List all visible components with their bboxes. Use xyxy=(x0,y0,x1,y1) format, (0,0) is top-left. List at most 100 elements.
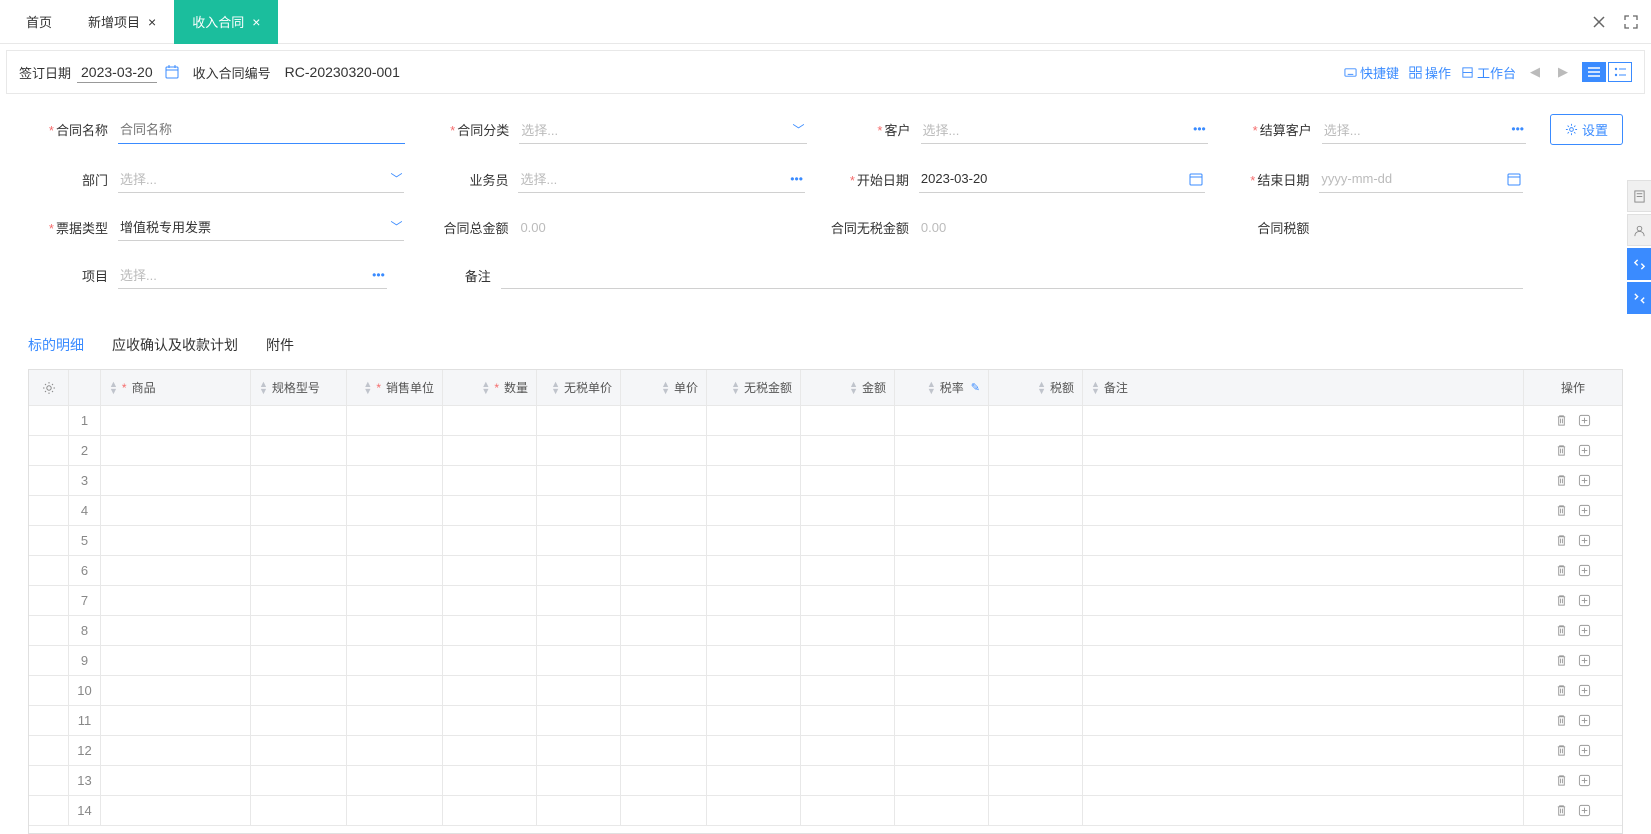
cell-tax[interactable] xyxy=(989,526,1083,555)
table-row[interactable]: 8 xyxy=(29,616,1622,646)
sort-icon[interactable]: ▲▼ xyxy=(481,381,490,395)
cell-spec[interactable] xyxy=(251,466,347,495)
cell-price[interactable] xyxy=(621,646,707,675)
dept-select[interactable]: 选择... ﹀ xyxy=(118,165,404,193)
shortcut-link[interactable]: 快捷键 xyxy=(1344,63,1399,82)
cell-notax-price[interactable] xyxy=(537,616,621,645)
cell-tax[interactable] xyxy=(989,406,1083,435)
table-row[interactable]: 14 xyxy=(29,796,1622,826)
cell-rate[interactable] xyxy=(895,556,989,585)
add-row-icon[interactable] xyxy=(1578,564,1591,577)
cell-price[interactable] xyxy=(621,436,707,465)
inner-tab-attach[interactable]: 附件 xyxy=(266,327,294,363)
cell-spec[interactable] xyxy=(251,556,347,585)
cell-price[interactable] xyxy=(621,466,707,495)
calendar-icon[interactable] xyxy=(165,65,179,79)
table-row[interactable]: 1 xyxy=(29,406,1622,436)
cell-note[interactable] xyxy=(1083,616,1524,645)
end-date-input[interactable]: yyyy-mm-dd xyxy=(1319,165,1523,193)
delete-row-icon[interactable] xyxy=(1555,594,1568,607)
cell-rate[interactable] xyxy=(895,616,989,645)
fullscreen-icon[interactable] xyxy=(1619,10,1643,34)
sort-icon[interactable]: ▲▼ xyxy=(109,381,118,395)
cell-notax-amount[interactable] xyxy=(707,676,801,705)
inner-tab-plan[interactable]: 应收确认及收款计划 xyxy=(112,327,238,363)
cell-amount[interactable] xyxy=(801,646,895,675)
cell-product[interactable] xyxy=(101,646,251,675)
cell-price[interactable] xyxy=(621,556,707,585)
sort-icon[interactable]: ▲▼ xyxy=(731,381,740,395)
close-icon[interactable]: × xyxy=(148,14,156,30)
add-row-icon[interactable] xyxy=(1578,654,1591,667)
cell-unit[interactable] xyxy=(347,736,443,765)
cell-product[interactable] xyxy=(101,706,251,735)
cell-unit[interactable] xyxy=(347,646,443,675)
sort-icon[interactable]: ▲▼ xyxy=(1091,381,1100,395)
sort-icon[interactable]: ▲▼ xyxy=(551,381,560,395)
cell-tax[interactable] xyxy=(989,706,1083,735)
cell-tax[interactable] xyxy=(989,796,1083,825)
cell-spec[interactable] xyxy=(251,616,347,645)
cell-product[interactable] xyxy=(101,766,251,795)
cell-product[interactable] xyxy=(101,466,251,495)
cell-product[interactable] xyxy=(101,436,251,465)
cell-qty[interactable] xyxy=(443,766,537,795)
cell-unit[interactable] xyxy=(347,616,443,645)
cell-note[interactable] xyxy=(1083,466,1524,495)
rail-user-button[interactable] xyxy=(1627,214,1651,246)
sort-icon[interactable]: ▲▼ xyxy=(259,381,268,395)
th-amount[interactable]: ▲▼金额 xyxy=(801,370,895,405)
cell-notax-amount[interactable] xyxy=(707,556,801,585)
th-notax-price[interactable]: ▲▼无税单价 xyxy=(537,370,621,405)
th-spec[interactable]: ▲▼规格型号 xyxy=(251,370,347,405)
th-rate[interactable]: ▲▼税率✎ xyxy=(895,370,989,405)
cell-notax-price[interactable] xyxy=(537,586,621,615)
salesman-select[interactable]: 选择... ••• xyxy=(518,165,804,193)
cell-qty[interactable] xyxy=(443,616,537,645)
cell-amount[interactable] xyxy=(801,676,895,705)
close-icon[interactable]: × xyxy=(252,14,260,30)
add-row-icon[interactable] xyxy=(1578,714,1591,727)
cell-price[interactable] xyxy=(621,406,707,435)
cell-notax-price[interactable] xyxy=(537,676,621,705)
sort-icon[interactable]: ▲▼ xyxy=(661,381,670,395)
customer-select[interactable]: 选择... ••• xyxy=(921,116,1208,144)
delete-row-icon[interactable] xyxy=(1555,684,1568,697)
cell-price[interactable] xyxy=(621,676,707,705)
sort-icon[interactable]: ▲▼ xyxy=(363,381,372,395)
add-row-icon[interactable] xyxy=(1578,624,1591,637)
cell-qty[interactable] xyxy=(443,556,537,585)
cell-unit[interactable] xyxy=(347,706,443,735)
cell-product[interactable] xyxy=(101,526,251,555)
cell-spec[interactable] xyxy=(251,406,347,435)
cell-spec[interactable] xyxy=(251,706,347,735)
cell-price[interactable] xyxy=(621,766,707,795)
table-row[interactable]: 5 xyxy=(29,526,1622,556)
tab-income-contract[interactable]: 收入合同 × xyxy=(174,0,278,44)
cell-note[interactable] xyxy=(1083,406,1524,435)
cell-product[interactable] xyxy=(101,736,251,765)
cell-tax[interactable] xyxy=(989,556,1083,585)
cell-notax-price[interactable] xyxy=(537,796,621,825)
cell-tax[interactable] xyxy=(989,466,1083,495)
th-tax[interactable]: ▲▼税额 xyxy=(989,370,1083,405)
cell-notax-amount[interactable] xyxy=(707,706,801,735)
cell-rate[interactable] xyxy=(895,496,989,525)
edit-icon[interactable]: ✎ xyxy=(971,381,980,394)
delete-row-icon[interactable] xyxy=(1555,714,1568,727)
cell-note[interactable] xyxy=(1083,436,1524,465)
cell-rate[interactable] xyxy=(895,526,989,555)
delete-row-icon[interactable] xyxy=(1555,474,1568,487)
prev-arrow-icon[interactable]: ◀ xyxy=(1526,64,1544,80)
delete-row-icon[interactable] xyxy=(1555,804,1568,817)
th-qty[interactable]: ▲▼*数量 xyxy=(443,370,537,405)
cell-notax-amount[interactable] xyxy=(707,526,801,555)
add-row-icon[interactable] xyxy=(1578,594,1591,607)
add-row-icon[interactable] xyxy=(1578,474,1591,487)
cell-notax-price[interactable] xyxy=(537,406,621,435)
cell-amount[interactable] xyxy=(801,706,895,735)
cell-amount[interactable] xyxy=(801,796,895,825)
cell-amount[interactable] xyxy=(801,526,895,555)
cell-qty[interactable] xyxy=(443,736,537,765)
cell-unit[interactable] xyxy=(347,586,443,615)
